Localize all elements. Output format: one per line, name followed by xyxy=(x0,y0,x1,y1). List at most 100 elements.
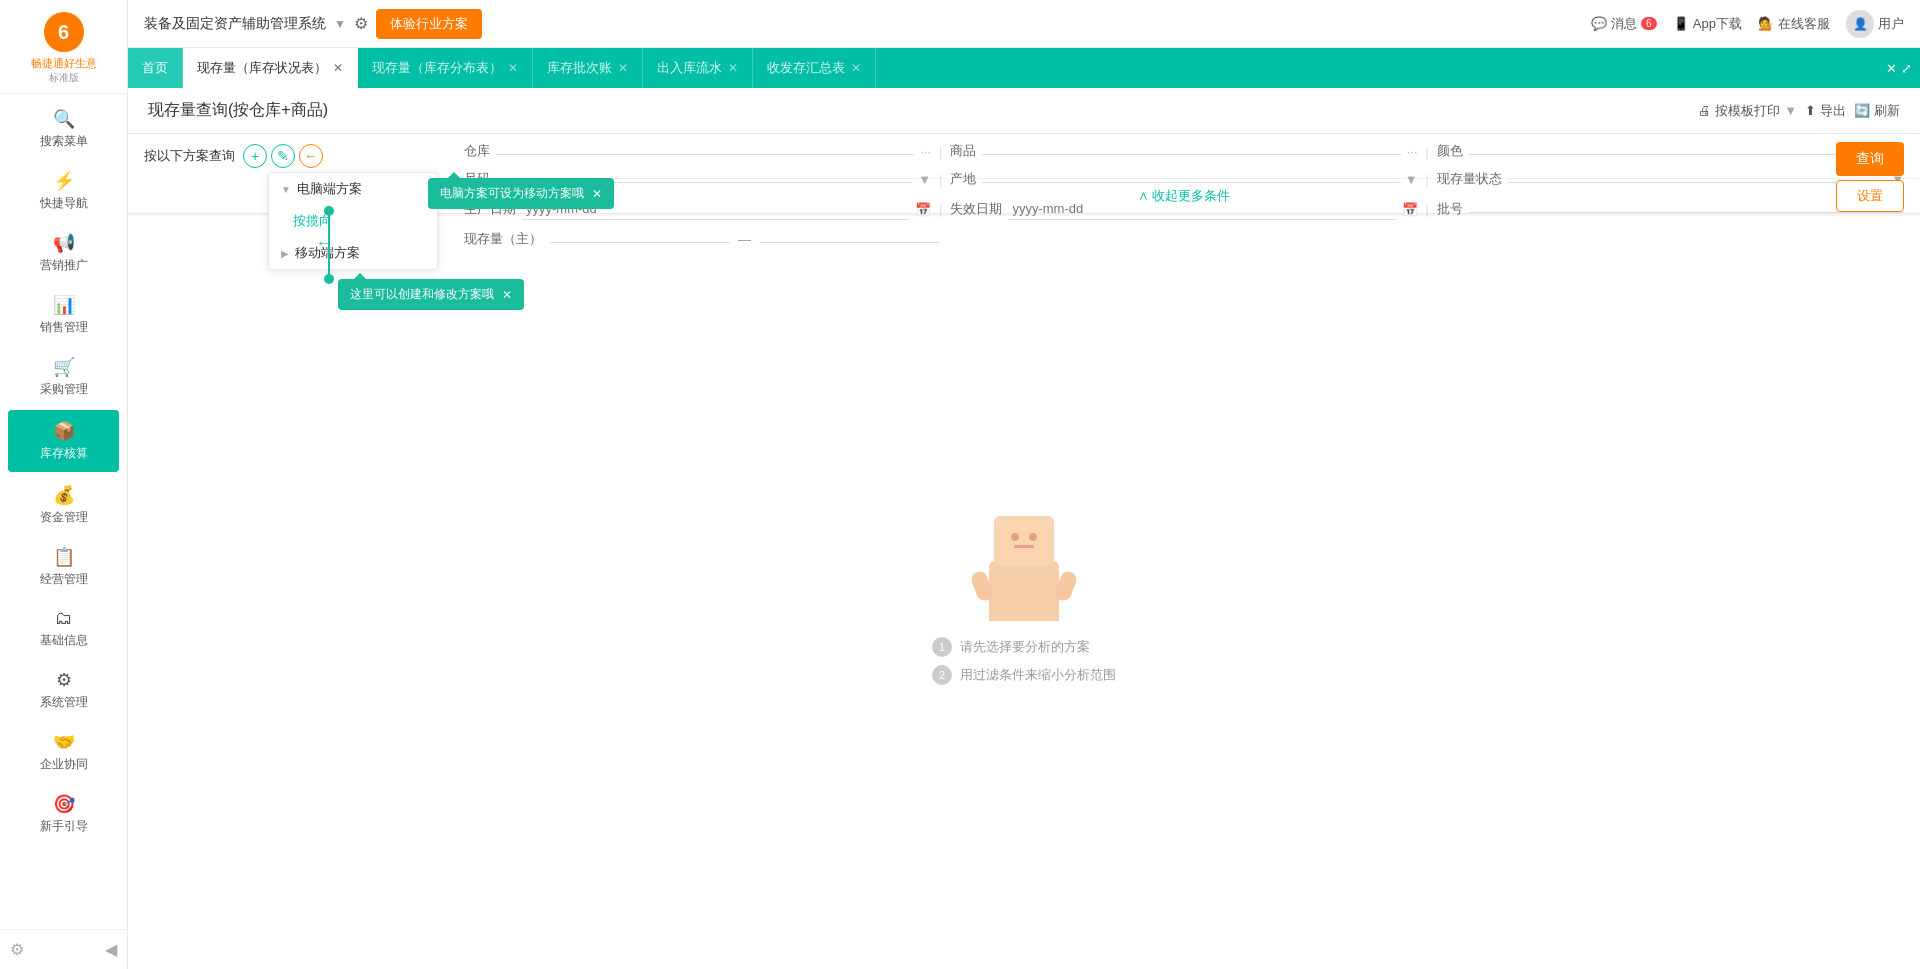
logo-icon: 6 xyxy=(44,12,84,52)
system-icon: ⚙ xyxy=(56,669,72,691)
expiry-date-input[interactable] xyxy=(1008,198,1395,220)
sidebar-settings-btn[interactable]: ⚙ xyxy=(10,940,24,959)
product-dots[interactable]: ··· xyxy=(1407,144,1418,159)
filter-fields-area: 仓库 ··· | 商品 ··· | 颜色 xyxy=(448,134,1920,258)
stock-main-label: 现存量（主） xyxy=(464,230,542,248)
scheme-item-desktop-sub[interactable]: 按揽向 xyxy=(269,205,437,237)
expand-icon-mobile: ▶ xyxy=(281,248,289,259)
sidebar-item-system[interactable]: ⚙ 系统管理 xyxy=(0,659,127,721)
tooltip-scheme-mobile: 电脑方案可设为移动方案哦 ✕ xyxy=(428,178,614,209)
tab-close-inventory-status[interactable]: ✕ xyxy=(333,61,343,75)
tab-close-inventory-dist[interactable]: ✕ xyxy=(508,61,518,75)
color-field: 颜色 ▼ xyxy=(1437,142,1904,160)
sidebar: 6 畅捷通好生意 标准版 🔍 搜索菜单 ⚡ 快捷导航 📢 营销推广 📊 销售管理… xyxy=(0,0,128,969)
add-scheme-btn[interactable]: + xyxy=(243,144,267,168)
tab-in-out-flow[interactable]: 出入库流水 ✕ xyxy=(643,48,753,88)
search-button[interactable]: 查询 xyxy=(1836,142,1904,176)
origin-dropdown[interactable]: ▼ xyxy=(1405,172,1418,187)
eye-left xyxy=(1011,533,1019,541)
back-scheme-btn[interactable]: ← xyxy=(299,144,323,168)
messages-action[interactable]: 💬 消息 6 xyxy=(1591,15,1657,33)
sidebar-item-search[interactable]: 🔍 搜索菜单 xyxy=(0,98,127,160)
connector-dot-bottom xyxy=(324,274,334,284)
tooltip2-close[interactable]: ✕ xyxy=(502,288,512,302)
stock-main-from[interactable] xyxy=(550,236,730,243)
sidebar-item-operations[interactable]: 📋 经营管理 xyxy=(0,536,127,598)
sidebar-item-quick-nav[interactable]: ⚡ 快捷导航 xyxy=(0,160,127,222)
expiry-date-calendar-icon[interactable]: 📅 xyxy=(1402,202,1418,217)
export-btn[interactable]: ⬆ 导出 xyxy=(1805,102,1846,120)
origin-label: 产地 xyxy=(950,170,976,188)
expiry-date-label: 失效日期 xyxy=(950,200,1002,218)
empty-state: 1 请先选择要分析的方案 2 用过滤条件来缩小分析范围 xyxy=(128,216,1920,969)
sales-icon: 📊 xyxy=(53,294,75,316)
refresh-btn[interactable]: 🔄 刷新 xyxy=(1854,102,1900,120)
tab-receive-summary[interactable]: 收发存汇总表 ✕ xyxy=(753,48,876,88)
tab-home[interactable]: 首页 xyxy=(128,48,183,88)
divider2: | xyxy=(1426,144,1429,159)
sidebar-nav: 🔍 搜索菜单 ⚡ 快捷导航 📢 营销推广 📊 销售管理 🛒 采购管理 📦 库存核… xyxy=(0,94,127,929)
user-action[interactable]: 👤 用户 xyxy=(1846,10,1904,38)
product-input[interactable] xyxy=(982,148,1400,155)
warehouse-input[interactable] xyxy=(496,148,914,155)
sidebar-item-guide[interactable]: 🎯 新手引导 xyxy=(0,783,127,845)
production-date-calendar-icon[interactable]: 📅 xyxy=(915,202,931,217)
eye-right xyxy=(1029,533,1037,541)
system-dropdown-icon[interactable]: ▼ xyxy=(334,17,346,31)
tab-close-all-icon[interactable]: ✕ xyxy=(1886,61,1897,76)
support-icon: 💁 xyxy=(1758,16,1774,31)
sidebar-logo: 6 畅捷通好生意 标准版 xyxy=(0,0,127,94)
sidebar-item-purchase[interactable]: 🛒 采购管理 xyxy=(0,346,127,408)
basicinfo-icon: 🗂 xyxy=(55,608,73,629)
filter-label: 按以下方案查询 xyxy=(144,147,235,165)
settings-button[interactable]: 设置 xyxy=(1836,180,1904,212)
size-dropdown[interactable]: ▼ xyxy=(918,172,931,187)
user-avatar: 👤 xyxy=(1846,10,1874,38)
system-name: 装备及固定资产辅助管理系统 xyxy=(144,15,326,33)
sidebar-item-finance[interactable]: 💰 资金管理 xyxy=(0,474,127,536)
message-badge: 6 xyxy=(1641,17,1657,30)
sidebar-item-enterprise[interactable]: 🤝 企业协同 xyxy=(0,721,127,783)
edit-scheme-btn[interactable]: ✎ xyxy=(271,144,295,168)
tab-inventory-dist[interactable]: 现存量（库存分布表） ✕ xyxy=(358,48,533,88)
stock-main-to[interactable] xyxy=(759,236,939,243)
scheme-item-mobile[interactable]: ▶ 移动端方案 xyxy=(269,237,437,269)
sidebar-item-sales[interactable]: 📊 销售管理 xyxy=(0,284,127,346)
sidebar-item-basic-info[interactable]: 🗂 基础信息 xyxy=(0,598,127,659)
tab-close-receive-summary[interactable]: ✕ xyxy=(851,61,861,75)
origin-field: 产地 ▼ xyxy=(950,170,1417,188)
product-label: 商品 xyxy=(950,142,976,160)
sidebar-item-marketing[interactable]: 📢 营销推广 xyxy=(0,222,127,284)
brand-badge: 标准版 xyxy=(49,71,79,85)
filter-row-1: 仓库 ··· | 商品 ··· | 颜色 xyxy=(464,142,1904,160)
empty-face xyxy=(1011,533,1037,548)
quicknav-icon: ⚡ xyxy=(53,170,75,192)
empty-steps: 1 请先选择要分析的方案 2 用过滤条件来缩小分析范围 xyxy=(932,637,1116,685)
stock-status-input[interactable] xyxy=(1508,176,1885,183)
experience-button[interactable]: 体验行业方案 xyxy=(376,9,482,39)
empty-step-2: 2 用过滤条件来缩小分析范围 xyxy=(932,665,1116,685)
tooltip1-close[interactable]: ✕ xyxy=(592,187,602,201)
sidebar-collapse-btn[interactable]: ◀ xyxy=(105,940,117,959)
tab-inventory-status[interactable]: 现存量（库存状况表） ✕ xyxy=(183,48,358,88)
sidebar-item-inventory[interactable]: 📦 库存核算 xyxy=(8,410,119,472)
warehouse-dots[interactable]: ··· xyxy=(920,144,931,159)
color-input[interactable] xyxy=(1469,148,1885,155)
query-buttons: 查询 设置 xyxy=(1836,142,1904,212)
tab-close-batch-ledger[interactable]: ✕ xyxy=(618,61,628,75)
tab-close-in-out-flow[interactable]: ✕ xyxy=(728,61,738,75)
divider6: | xyxy=(1426,202,1429,217)
tab-maximize-icon[interactable]: ⤢ xyxy=(1901,61,1912,76)
header-settings-btn[interactable]: ⚙ xyxy=(354,14,368,33)
print-dropdown-icon: ▼ xyxy=(1784,103,1797,118)
online-support-action[interactable]: 💁 在线客服 xyxy=(1758,15,1830,33)
batch-label: 批号 xyxy=(1437,200,1463,218)
app-download-action[interactable]: 📱 App下载 xyxy=(1673,15,1742,33)
scheme-item-desktop[interactable]: ▼ 电脑端方案 xyxy=(269,173,437,205)
page-title: 现存量查询(按仓库+商品) xyxy=(148,100,328,121)
print-btn[interactable]: 🖨 按模板打印 ▼ xyxy=(1698,102,1797,120)
page-actions: 🖨 按模板打印 ▼ ⬆ 导出 🔄 刷新 xyxy=(1698,102,1900,120)
origin-input[interactable] xyxy=(982,176,1398,183)
tab-batch-ledger[interactable]: 库存批次账 ✕ xyxy=(533,48,643,88)
divider3: | xyxy=(939,172,942,187)
